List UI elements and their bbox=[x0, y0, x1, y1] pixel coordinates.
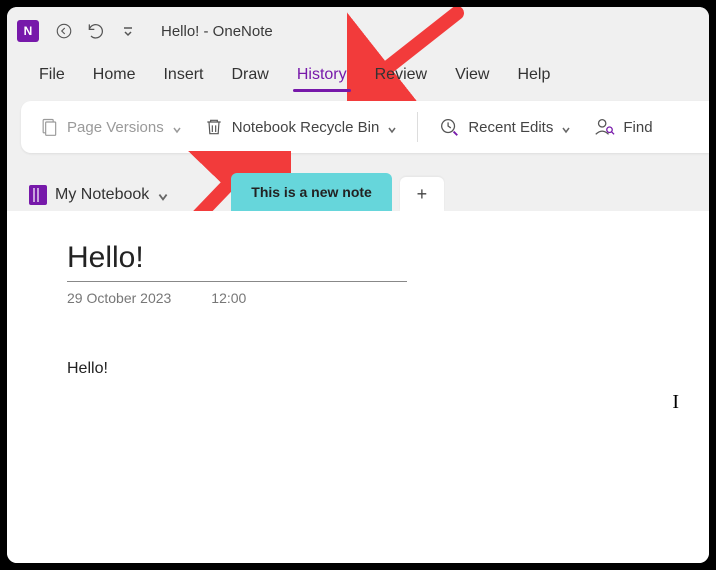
chevron-down-icon bbox=[172, 122, 182, 132]
menu-help[interactable]: Help bbox=[503, 60, 564, 90]
notebook-recycle-bin-button[interactable]: Notebook Recycle Bin bbox=[198, 112, 404, 142]
note-body[interactable]: Hello! bbox=[67, 360, 709, 378]
menu-review[interactable]: Review bbox=[361, 60, 441, 90]
qat-dropdown[interactable] bbox=[115, 18, 141, 44]
add-page-tab[interactable]: + bbox=[400, 177, 444, 211]
note-meta: 29 October 2023 12:00 bbox=[67, 290, 709, 306]
menu-view[interactable]: View bbox=[441, 60, 503, 90]
recent-edits-label: Recent Edits bbox=[468, 119, 553, 136]
page-versions-icon bbox=[39, 117, 59, 137]
onenote-app-icon: N bbox=[17, 20, 39, 42]
notebook-name: My Notebook bbox=[55, 186, 149, 204]
page-tab-current[interactable]: This is a new note bbox=[231, 173, 392, 211]
plus-icon: + bbox=[417, 184, 428, 205]
note-title[interactable]: Hello! bbox=[67, 241, 709, 275]
ribbon-separator bbox=[417, 112, 418, 142]
chevron-down-icon bbox=[387, 122, 397, 132]
note-time[interactable]: 12:00 bbox=[211, 290, 246, 306]
onenote-window: N Hello! - OneNote File Home Insert Draw… bbox=[7, 7, 709, 563]
recent-edits-icon bbox=[438, 116, 460, 138]
find-label: Find bbox=[623, 119, 652, 136]
notebook-selector[interactable]: My Notebook bbox=[25, 179, 171, 211]
undo-button[interactable] bbox=[83, 18, 109, 44]
page-versions-button[interactable]: Page Versions bbox=[33, 113, 188, 141]
window-title: Hello! - OneNote bbox=[161, 23, 273, 40]
menu-home[interactable]: Home bbox=[79, 60, 150, 90]
find-by-author-button[interactable]: Find bbox=[587, 112, 658, 142]
menu-insert[interactable]: Insert bbox=[149, 60, 217, 90]
menu-history[interactable]: History bbox=[283, 60, 361, 90]
menu-file[interactable]: File bbox=[25, 60, 79, 90]
trash-icon bbox=[204, 116, 224, 138]
notebook-recycle-bin-label: Notebook Recycle Bin bbox=[232, 119, 380, 136]
ribbon-history: Page Versions Notebook Recycle Bin Recen… bbox=[21, 101, 709, 153]
text-cursor-icon: I bbox=[672, 391, 679, 414]
page-tab-strip: This is a new note + bbox=[231, 173, 444, 211]
chevron-down-icon bbox=[157, 190, 167, 200]
page-tab-label: This is a new note bbox=[251, 184, 372, 200]
find-author-icon bbox=[593, 116, 615, 138]
notebook-icon bbox=[29, 185, 47, 205]
chevron-down-icon bbox=[561, 122, 571, 132]
page-versions-label: Page Versions bbox=[67, 119, 164, 136]
menu-draw[interactable]: Draw bbox=[217, 60, 282, 90]
title-rule bbox=[67, 281, 407, 282]
recent-edits-button[interactable]: Recent Edits bbox=[432, 112, 577, 142]
note-date[interactable]: 29 October 2023 bbox=[67, 290, 171, 306]
titlebar: N Hello! - OneNote bbox=[7, 7, 709, 55]
note-page[interactable]: Hello! 29 October 2023 12:00 Hello! I bbox=[7, 211, 709, 563]
notebook-tab-row: My Notebook This is a new note + bbox=[7, 171, 709, 211]
menu-bar: File Home Insert Draw History Review Vie… bbox=[7, 55, 709, 95]
back-button[interactable] bbox=[51, 18, 77, 44]
